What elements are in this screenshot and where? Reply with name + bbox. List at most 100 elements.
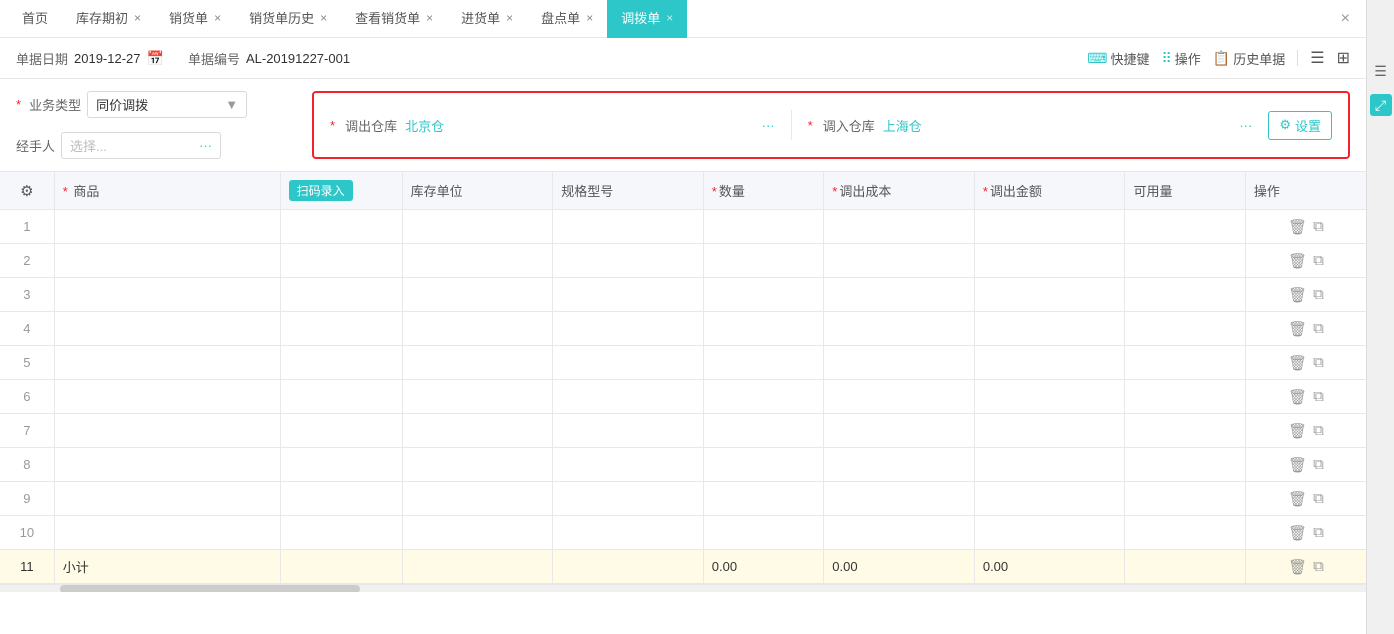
copy-icon[interactable]: ⧉	[1313, 558, 1324, 575]
qty-cell[interactable]	[703, 516, 823, 550]
qty-cell[interactable]	[703, 380, 823, 414]
sidebar-expand-icon[interactable]: ⤢	[1370, 94, 1392, 116]
tab-close-inventory-init[interactable]: ×	[134, 11, 141, 25]
delete-icon[interactable]: 🗑	[1288, 388, 1307, 406]
cost-cell[interactable]	[824, 516, 975, 550]
amount-cell[interactable]	[974, 210, 1125, 244]
product-cell[interactable]	[54, 380, 280, 414]
tab-close-sales-order[interactable]: ×	[214, 11, 221, 25]
qty-cell[interactable]	[703, 244, 823, 278]
copy-icon[interactable]: ⧉	[1313, 456, 1324, 473]
scrollbar-thumb[interactable]	[60, 585, 360, 592]
qty-cell[interactable]	[703, 346, 823, 380]
cost-cell[interactable]	[824, 414, 975, 448]
person-label: 经手人	[16, 136, 55, 155]
tab-close-sales-history[interactable]: ×	[320, 11, 327, 25]
copy-icon[interactable]: ⧉	[1313, 218, 1324, 235]
warehouse-in-more-icon[interactable]: ···	[1239, 118, 1252, 133]
amount-cell[interactable]	[974, 312, 1125, 346]
qty-cell[interactable]	[703, 482, 823, 516]
type-select[interactable]: 同价调拨 ▼	[87, 91, 247, 118]
scrollbar-area[interactable]	[0, 584, 1366, 592]
warehouse-out-more-icon[interactable]: ···	[762, 118, 775, 133]
product-cell[interactable]	[54, 210, 280, 244]
tab-close-inventory[interactable]: ×	[586, 11, 593, 25]
qty-cell[interactable]	[703, 210, 823, 244]
layout-button[interactable]: ☰	[1310, 48, 1324, 68]
delete-icon[interactable]: 🗑	[1288, 354, 1307, 372]
tab-inventory-init[interactable]: 库存期初 ×	[62, 0, 155, 38]
business-type-row: * 业务类型 同价调拨 ▼	[16, 91, 296, 118]
qty-cell[interactable]	[703, 312, 823, 346]
cost-cell[interactable]	[824, 380, 975, 414]
delete-icon[interactable]: 🗑	[1288, 320, 1307, 338]
available-cell	[1125, 482, 1245, 516]
delete-icon[interactable]: 🗑	[1288, 456, 1307, 474]
cost-cell[interactable]	[824, 346, 975, 380]
cost-cell[interactable]	[824, 278, 975, 312]
setting-button[interactable]: ⚙ 设置	[1268, 111, 1332, 140]
cost-cell[interactable]	[824, 312, 975, 346]
tab-purchase[interactable]: 进货单 ×	[447, 0, 527, 38]
delete-icon[interactable]: 🗑	[1288, 218, 1307, 236]
copy-icon[interactable]: ⧉	[1313, 524, 1324, 541]
copy-icon[interactable]: ⧉	[1313, 286, 1324, 303]
copy-icon[interactable]: ⧉	[1313, 252, 1324, 269]
product-cell[interactable]	[54, 516, 280, 550]
product-cell[interactable]	[54, 482, 280, 516]
product-cell[interactable]	[54, 346, 280, 380]
product-cell[interactable]	[54, 414, 280, 448]
cost-cell[interactable]	[824, 448, 975, 482]
close-all-button[interactable]: ×	[1333, 10, 1358, 28]
amount-cell[interactable]	[974, 278, 1125, 312]
product-cell[interactable]	[54, 312, 280, 346]
copy-icon[interactable]: ⧉	[1313, 490, 1324, 507]
tab-sales-history[interactable]: 销货单历史 ×	[235, 0, 341, 38]
history-button[interactable]: 📋 历史单据	[1213, 49, 1285, 68]
tab-close-transfer[interactable]: ×	[666, 11, 673, 25]
tab-inventory[interactable]: 盘点单 ×	[527, 0, 607, 38]
amount-cell[interactable]	[974, 516, 1125, 550]
delete-icon[interactable]: 🗑	[1288, 422, 1307, 440]
delete-icon[interactable]: 🗑	[1288, 490, 1307, 508]
product-cell[interactable]	[54, 244, 280, 278]
qty-cell[interactable]	[703, 448, 823, 482]
cost-cell[interactable]	[824, 244, 975, 278]
product-cell[interactable]	[54, 278, 280, 312]
tab-view-sales[interactable]: 查看销货单 ×	[341, 0, 447, 38]
qty-cell[interactable]	[703, 414, 823, 448]
amount-cell[interactable]	[974, 346, 1125, 380]
amount-cell[interactable]	[974, 414, 1125, 448]
delete-icon[interactable]: 🗑	[1288, 252, 1307, 270]
person-select[interactable]: 选择... ···	[61, 132, 221, 159]
amount-cell[interactable]	[974, 380, 1125, 414]
qty-cell[interactable]	[703, 278, 823, 312]
copy-icon[interactable]: ⧉	[1313, 320, 1324, 337]
sidebar-list-icon[interactable]: ☰	[1370, 60, 1392, 82]
tab-close-view-sales[interactable]: ×	[426, 11, 433, 25]
tab-home[interactable]: 首页	[8, 0, 62, 38]
delete-icon[interactable]: 🗑	[1288, 286, 1307, 304]
copy-icon[interactable]: ⧉	[1313, 422, 1324, 439]
copy-icon[interactable]: ⧉	[1313, 388, 1324, 405]
tab-close-purchase[interactable]: ×	[506, 11, 513, 25]
amount-cell[interactable]	[974, 448, 1125, 482]
calendar-icon[interactable]: 📅	[147, 50, 164, 67]
layout2-button[interactable]: ⊞	[1337, 48, 1350, 68]
delete-icon[interactable]: 🗑	[1288, 558, 1307, 576]
delete-icon[interactable]: 🗑	[1288, 524, 1307, 542]
gear-icon[interactable]: ⚙	[20, 183, 33, 200]
header-actions: ⌨ 快捷键 ⠿ 操作 📋 历史单据 ☰ ⊞	[1087, 48, 1350, 68]
operation-button[interactable]: ⠿ 操作	[1162, 49, 1201, 68]
cost-cell[interactable]	[824, 210, 975, 244]
tab-transfer[interactable]: 调拨单 ×	[607, 0, 687, 38]
cost-cell[interactable]	[824, 482, 975, 516]
tab-sales-order[interactable]: 销货单 ×	[155, 0, 235, 38]
amount-cell[interactable]	[974, 482, 1125, 516]
amount-cell[interactable]	[974, 244, 1125, 278]
product-cell[interactable]	[54, 448, 280, 482]
copy-icon[interactable]: ⧉	[1313, 354, 1324, 371]
shortcut-button[interactable]: ⌨ 快捷键	[1087, 49, 1149, 68]
col-amount: *调出金额	[974, 172, 1125, 210]
scan-button[interactable]: 扫码录入	[289, 180, 353, 201]
